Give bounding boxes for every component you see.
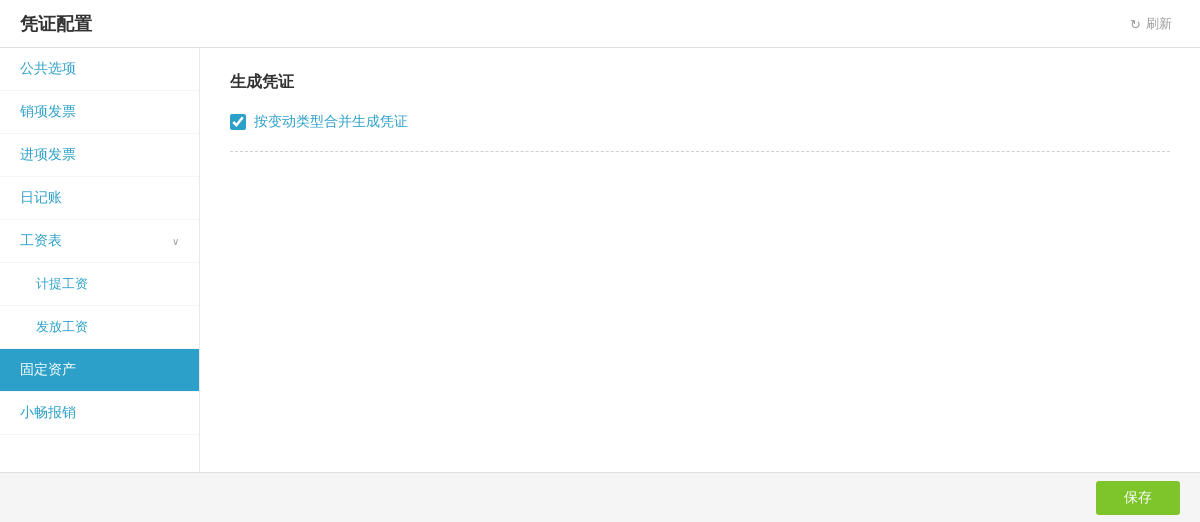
- refresh-button[interactable]: ↻ 刷新: [1120, 11, 1180, 37]
- sidebar-item-label: 工资表: [20, 232, 62, 250]
- sidebar-item-sales-invoice[interactable]: 销项发票: [0, 91, 199, 134]
- sidebar-item-fixed-assets[interactable]: 固定资产: [0, 349, 199, 392]
- sidebar-item-public-options[interactable]: 公共选项: [0, 48, 199, 91]
- sidebar-item-label: 固定资产: [20, 361, 76, 379]
- footer: 保存: [0, 472, 1200, 522]
- merge-by-type-checkbox[interactable]: [230, 114, 246, 130]
- main-content: 公共选项 销项发票 进项发票 日记账 工资表 ∨ 计提工资 发放工资 固定资: [0, 48, 1200, 472]
- sidebar-item-payroll-distribute[interactable]: 发放工资: [0, 306, 199, 349]
- page-title: 凭证配置: [20, 12, 92, 36]
- save-button[interactable]: 保存: [1096, 481, 1180, 515]
- section-divider: [230, 151, 1170, 152]
- merge-by-type-label[interactable]: 按变动类型合并生成凭证: [254, 113, 408, 131]
- sidebar-item-label: 公共选项: [20, 60, 76, 78]
- sidebar-item-label: 发放工资: [36, 318, 88, 336]
- chevron-down-icon: ∨: [172, 236, 179, 247]
- sidebar-item-label: 日记账: [20, 189, 62, 207]
- content-area: 生成凭证 按变动类型合并生成凭证: [200, 48, 1200, 472]
- header: 凭证配置 ↻ 刷新: [0, 0, 1200, 48]
- section-title: 生成凭证: [230, 72, 1170, 93]
- sidebar-item-payroll[interactable]: 工资表 ∨: [0, 220, 199, 263]
- refresh-icon: ↻: [1128, 17, 1142, 31]
- page-wrapper: 凭证配置 ↻ 刷新 公共选项 销项发票 进项发票 日记账 工资表 ∨: [0, 0, 1200, 522]
- sidebar-item-label: 小畅报销: [20, 404, 76, 422]
- sidebar-item-label: 进项发票: [20, 146, 76, 164]
- sidebar-item-journal[interactable]: 日记账: [0, 177, 199, 220]
- refresh-label: 刷新: [1146, 15, 1172, 33]
- checkbox-row: 按变动类型合并生成凭证: [230, 113, 1170, 131]
- sidebar-item-purchase-invoice[interactable]: 进项发票: [0, 134, 199, 177]
- sidebar-item-expense-report[interactable]: 小畅报销: [0, 392, 199, 435]
- sidebar-item-payroll-accrual[interactable]: 计提工资: [0, 263, 199, 306]
- sidebar-item-label: 计提工资: [36, 275, 88, 293]
- sidebar-item-label: 销项发票: [20, 103, 76, 121]
- sidebar: 公共选项 销项发票 进项发票 日记账 工资表 ∨ 计提工资 发放工资 固定资: [0, 48, 200, 472]
